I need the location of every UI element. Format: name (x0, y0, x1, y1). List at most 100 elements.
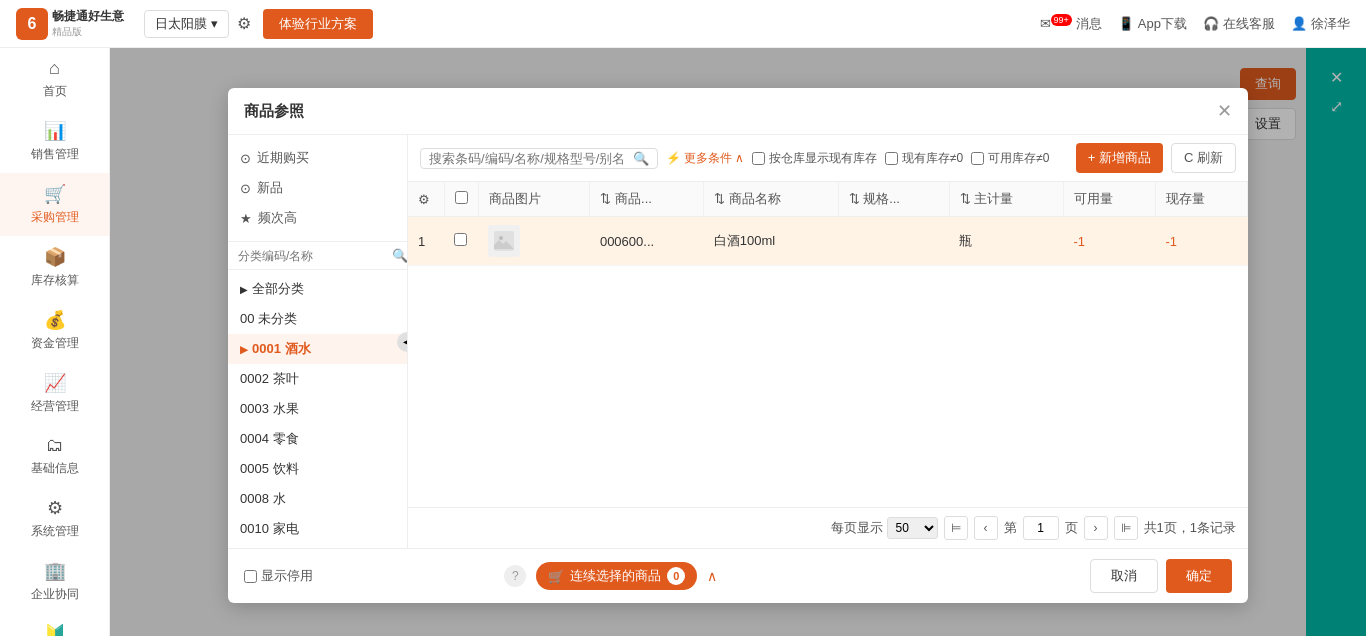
trial-btn[interactable]: 体验行业方案 (263, 9, 373, 39)
modal-overlay: 商品参照 ✕ ⊙ 近期购买 ⊙ (110, 48, 1366, 636)
sidebar-item-purchase[interactable]: 🛒采购管理 (0, 173, 109, 236)
category-list: ▶ 全部分类 00 未分类 ▶ 0001 酒水 0002 茶 (228, 270, 407, 548)
cart-btn[interactable]: 🛒 连续选择的商品 0 (536, 562, 697, 590)
arrow-active-icon: ▶ (240, 344, 248, 355)
cart-count-badge: 0 (667, 567, 685, 585)
row-no: 1 (408, 217, 444, 266)
category-0001[interactable]: ▶ 0001 酒水 (228, 334, 407, 364)
nav-right: ✉ 99+ 消息 📱 App下载 🎧 在线客服 👤 徐泽华 (1040, 15, 1350, 33)
display-disabled-checkbox[interactable] (244, 570, 257, 583)
frequent-tab-label: 频次高 (258, 209, 297, 227)
sidebar-item-sales[interactable]: 📊销售管理 (0, 110, 109, 173)
page-size-select: 每页显示 10 20 50 100 (831, 517, 938, 539)
confirm-button[interactable]: 确定 (1166, 559, 1232, 593)
product-search-input[interactable] (429, 151, 629, 166)
sidebar-item-operations[interactable]: 📈经营管理 (0, 362, 109, 425)
category-0008[interactable]: 0008 水 (228, 484, 407, 514)
row-checkbox[interactable] (444, 217, 478, 266)
online-service-item[interactable]: 🎧 在线客服 (1203, 15, 1275, 33)
recent-purchase-tab[interactable]: ⊙ 近期购买 (228, 143, 407, 173)
new-products-tab[interactable]: ⊙ 新品 (228, 173, 407, 203)
stock-checkbox[interactable] (885, 152, 898, 165)
category-0003[interactable]: 0003 水果 (228, 394, 407, 424)
table-row[interactable]: 1 (408, 217, 1248, 266)
th-name[interactable]: ⇅ 商品名称 (704, 182, 838, 217)
category-0010[interactable]: 0010 家电 (228, 514, 407, 544)
help-icon[interactable]: ? (504, 565, 526, 587)
sidebar-item-home[interactable]: ⌂首页 (0, 48, 109, 110)
sidebar-item-enterprise[interactable]: 🏢企业协同 (0, 550, 109, 613)
gear-icon[interactable]: ⚙ (237, 14, 251, 33)
app-download-item[interactable]: 📱 App下载 (1118, 15, 1187, 33)
category-0002[interactable]: 0002 茶叶 (228, 364, 407, 394)
category-00[interactable]: 00 未分类 (228, 304, 407, 334)
search-submit-icon[interactable]: 🔍 (633, 151, 649, 166)
modal-close-button[interactable]: ✕ (1217, 100, 1232, 122)
th-settings: ⚙ (408, 182, 444, 217)
modal-footer: 显示停用 ? 🛒 连续选择的商品 0 ∧ 取消 (228, 548, 1248, 603)
filter-btn[interactable]: ⚡ 更多条件 ∧ (666, 150, 744, 167)
search-icon[interactable]: 🔍 (392, 248, 408, 263)
message-icon: ✉ (1040, 16, 1051, 31)
display-disabled-label[interactable]: 显示停用 (244, 567, 313, 585)
svg-point-1 (499, 236, 503, 240)
sidebar-item-finance[interactable]: 💰资金管理 (0, 299, 109, 362)
th-unit[interactable]: ⇅ 主计量 (949, 182, 1063, 217)
arrow-icon: ▶ (240, 284, 248, 295)
category-all[interactable]: ▶ 全部分类 (228, 274, 407, 304)
settings-col-icon[interactable]: ⚙ (418, 192, 430, 207)
checkbox-stock[interactable]: 现有库存≠0 (885, 150, 963, 167)
username-label: 徐泽华 (1311, 15, 1350, 33)
page-prev-btn[interactable]: ‹ (974, 516, 998, 540)
category-0005[interactable]: 0005 饮料 (228, 454, 407, 484)
checkbox-usable[interactable]: 可用库存≠0 (971, 150, 1049, 167)
page-number-input[interactable] (1023, 516, 1059, 540)
nav-selector[interactable]: 日太阳膜 ▾ (144, 10, 229, 38)
row-unit: 瓶 (949, 217, 1063, 266)
headset-icon: 🎧 (1203, 16, 1219, 31)
top-nav: 6 畅捷通好生意 精品版 日太阳膜 ▾ ⚙ 体验行业方案 ✉ 99+ 消息 📱 … (0, 0, 1366, 48)
usable-checkbox[interactable] (971, 152, 984, 165)
page-size-dropdown[interactable]: 10 20 50 100 (887, 517, 938, 539)
cancel-button[interactable]: 取消 (1090, 559, 1158, 593)
home-icon: ⌂ (49, 58, 60, 79)
category-0004[interactable]: 0004 零食 (228, 424, 407, 454)
main-layout: ⌂首页📊销售管理🛒采购管理📦库存核算💰资金管理📈经营管理🗂基础信息⚙系统管理🏢企… (0, 48, 1366, 636)
refresh-button[interactable]: C 刷新 (1171, 143, 1236, 173)
messages-count-badge: 99+ (1051, 14, 1072, 26)
page-last-btn[interactable]: ⊫ (1114, 516, 1138, 540)
sidebar: ⌂首页📊销售管理🛒采购管理📦库存核算💰资金管理📈经营管理🗂基础信息⚙系统管理🏢企… (0, 48, 110, 636)
sidebar-item-basic[interactable]: 🗂基础信息 (0, 425, 109, 487)
messages-item[interactable]: ✉ 99+ 消息 (1040, 15, 1102, 33)
add-product-button[interactable]: + 新增商品 (1076, 143, 1163, 173)
select-all-checkbox[interactable] (455, 191, 468, 204)
checkbox-warehouse[interactable]: 按仓库显示现有库存 (752, 150, 877, 167)
collapse-up-icon[interactable]: ∧ (707, 568, 717, 584)
sidebar-item-inventory[interactable]: 📦库存核算 (0, 236, 109, 299)
frequent-tab[interactable]: ★ 频次高 (228, 203, 407, 233)
table-header-row: ⚙ 商品图片 ⇅ 商品... (408, 182, 1248, 217)
warehouse-checkbox[interactable] (752, 152, 765, 165)
total-info: 共1页，1条记录 (1144, 519, 1236, 537)
user-icon: 👤 (1291, 16, 1307, 31)
th-usable: 可用量 (1064, 182, 1156, 217)
category-search-input[interactable] (238, 249, 388, 263)
sidebar-item-system[interactable]: ⚙系统管理 (0, 487, 109, 550)
page-next-btn[interactable]: › (1084, 516, 1108, 540)
system-icon: ⚙ (47, 497, 63, 519)
collapse-panel-btn[interactable]: ◀ (397, 332, 408, 352)
row-name: 白酒100ml (704, 217, 838, 266)
table-wrap: ⚙ 商品图片 ⇅ 商品... (408, 182, 1248, 507)
row-select-checkbox[interactable] (454, 233, 467, 246)
th-code[interactable]: ⇅ 商品... (590, 182, 704, 217)
sort-name-icon: ⇅ (714, 191, 725, 206)
user-item[interactable]: 👤 徐泽华 (1291, 15, 1350, 33)
nav-selector-label: 日太阳膜 (155, 15, 207, 33)
logo-area: 6 畅捷通好生意 精品版 (16, 8, 124, 40)
footer-left: 显示停用 (244, 567, 313, 585)
pagination: 每页显示 10 20 50 100 ⊨ ‹ 第 (408, 507, 1248, 548)
sidebar-item-guide[interactable]: 🔰新手引导 (0, 613, 109, 636)
page-first-btn[interactable]: ⊨ (944, 516, 968, 540)
category-search: 🔍 (228, 242, 407, 270)
th-spec[interactable]: ⇅ 规格... (838, 182, 949, 217)
